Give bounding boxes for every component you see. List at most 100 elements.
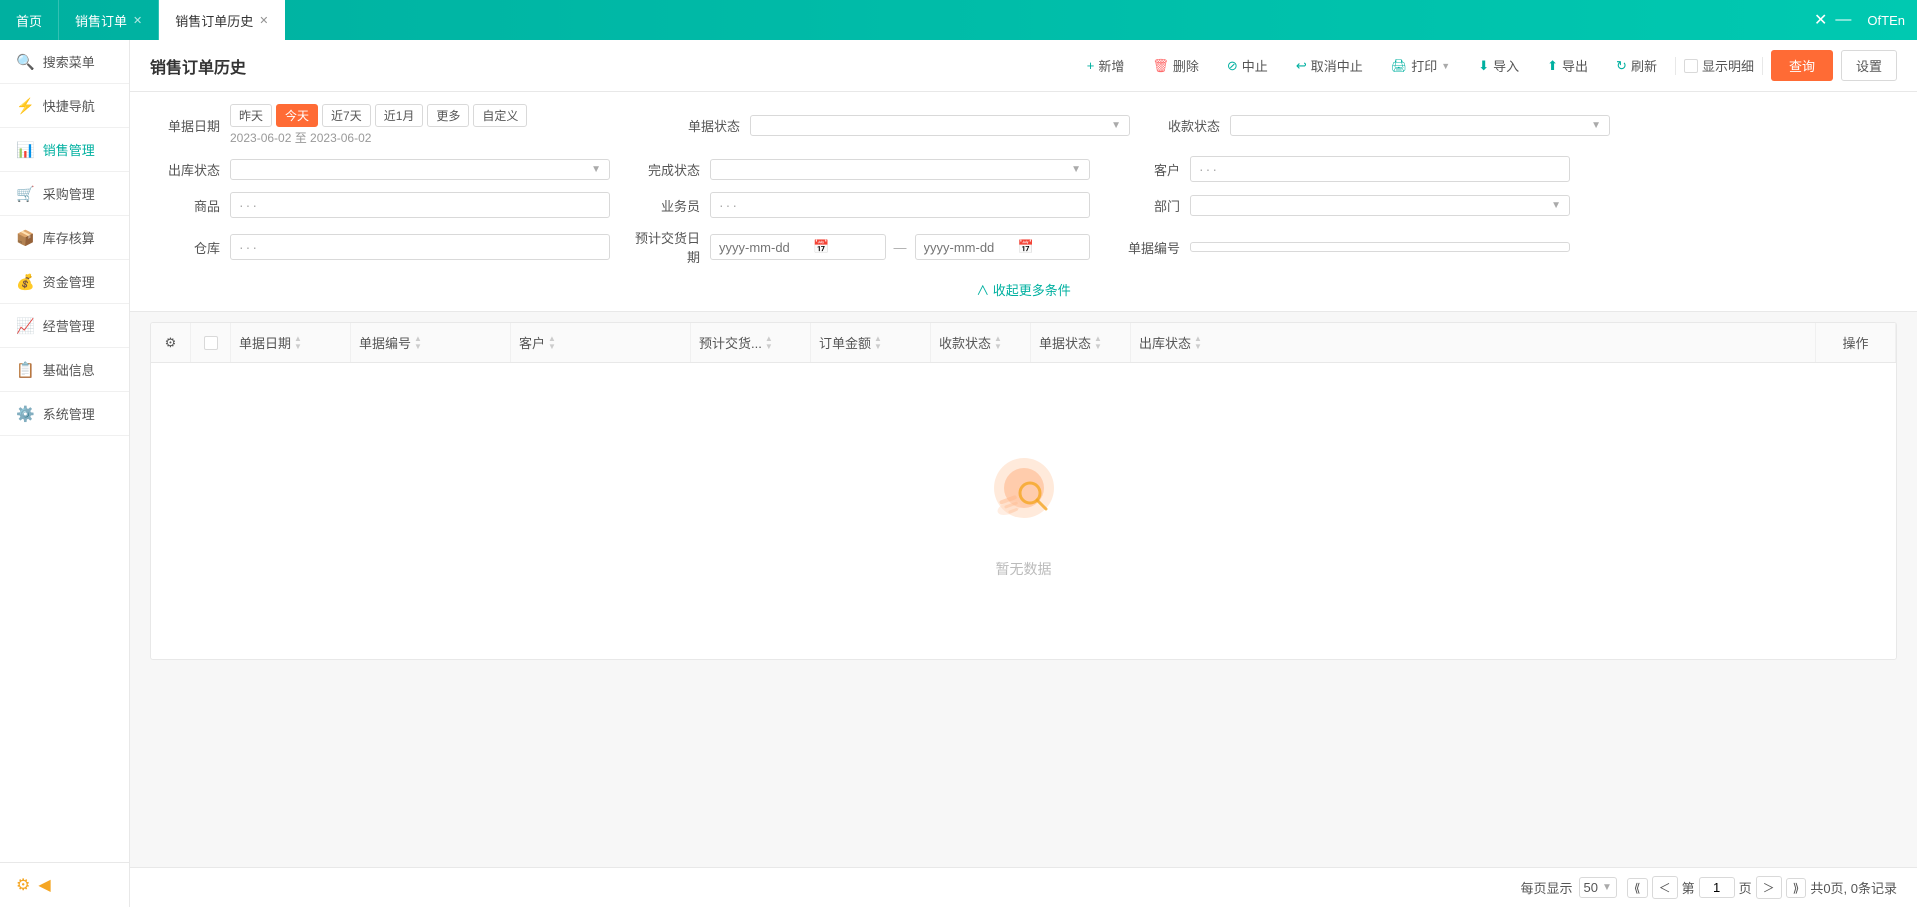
- th-no[interactable]: 单据编号 ▲ ▼: [351, 323, 511, 362]
- th-customer[interactable]: 客户 ▲ ▼: [511, 323, 691, 362]
- sidebar-item-basic-info[interactable]: 📋 基础信息: [0, 348, 129, 392]
- page-label: 第: [1682, 878, 1695, 897]
- sidebar-item-system[interactable]: ⚙️ 系统管理: [0, 392, 129, 436]
- page-prev-btn[interactable]: ＜: [1652, 876, 1678, 899]
- sidebar-item-purchase[interactable]: 🛒 采购管理: [0, 172, 129, 216]
- sidebar-item-operations[interactable]: 📈 经营管理: [0, 304, 129, 348]
- customer-select[interactable]: ···: [1190, 156, 1570, 182]
- sidebar-item-inventory[interactable]: 📦 库存核算: [0, 216, 129, 260]
- collapse-row[interactable]: ∧ 收起更多条件: [150, 276, 1897, 299]
- display-toggle-checkbox[interactable]: [1684, 59, 1698, 73]
- stock-out-control: ▼: [230, 159, 610, 180]
- settings-button[interactable]: 设置: [1841, 50, 1897, 81]
- goods-select[interactable]: ···: [230, 192, 610, 218]
- delivery-date-from-field[interactable]: [719, 240, 809, 255]
- th-stock-status[interactable]: 出库状态 ▲ ▼: [1131, 323, 1816, 362]
- order-status-select[interactable]: ▼: [750, 115, 1130, 136]
- header-checkbox[interactable]: [204, 336, 218, 350]
- stock-out-select[interactable]: ▼: [230, 159, 610, 180]
- page-last-btn[interactable]: ⟫: [1786, 878, 1807, 898]
- th-order-status[interactable]: 单据状态 ▲ ▼: [1031, 323, 1131, 362]
- warehouse-select[interactable]: ···: [230, 234, 610, 260]
- window-close-btn[interactable]: ✕: [1814, 10, 1827, 30]
- salesperson-select[interactable]: ···: [710, 192, 1090, 218]
- refresh-button[interactable]: ↻ 刷新: [1606, 51, 1667, 80]
- brand-text: OfTEn: [1867, 13, 1905, 28]
- date-range-btns: 昨天 今天 近7天 近1月 更多 自定义: [230, 104, 650, 127]
- tab-home[interactable]: 首页: [0, 0, 59, 40]
- add-button[interactable]: + 新增: [1077, 51, 1135, 80]
- page-header: 销售订单历史 + 新增 🗑 删除 ⊘ 中止 ↩ 取消中止: [130, 40, 1917, 92]
- date-btn-7days[interactable]: 近7天: [322, 104, 371, 127]
- filter-area: 单据日期 昨天 今天 近7天 近1月 更多 自定义 2023-06-02 至 2…: [130, 92, 1917, 312]
- cancel-stop-label: 取消中止: [1311, 56, 1363, 75]
- date-btn-yesterday[interactable]: 昨天: [230, 104, 272, 127]
- page-size-control: 每页显示 50 ▼: [1520, 877, 1616, 898]
- th-delivery[interactable]: 预计交货... ▲ ▼: [691, 323, 811, 362]
- sidebar-settings-icon[interactable]: ⚙: [16, 875, 30, 895]
- sidebar-item-quick-nav-label: 快捷导航: [43, 96, 95, 115]
- toolbar-divider2: [1762, 57, 1763, 75]
- display-toggle[interactable]: 显示明细: [1684, 56, 1754, 75]
- th-checkbox[interactable]: [191, 323, 231, 362]
- sidebar-item-sales[interactable]: 📊 销售管理: [0, 128, 129, 172]
- tab-sales-order-history-close[interactable]: ✕: [259, 14, 268, 27]
- import-button[interactable]: ⬇ 导入: [1468, 51, 1529, 80]
- cancel-stop-icon: ↩: [1296, 58, 1307, 74]
- toolbar: + 新增 🗑 删除 ⊘ 中止 ↩ 取消中止 🖨 打印: [1077, 50, 1897, 81]
- print-icon: 🖨: [1391, 58, 1408, 74]
- date-btn-more[interactable]: 更多: [427, 104, 469, 127]
- page-first-btn[interactable]: ⟪: [1627, 878, 1648, 898]
- date-separator: —: [894, 240, 907, 255]
- date-btn-today[interactable]: 今天: [276, 104, 318, 127]
- complete-status-select[interactable]: ▼: [710, 159, 1090, 180]
- delivery-date-to-field[interactable]: [924, 240, 1014, 255]
- date-btn-custom[interactable]: 自定义: [473, 104, 527, 127]
- empty-state: 暂无数据: [151, 363, 1896, 659]
- th-amount[interactable]: 订单金额 ▲ ▼: [811, 323, 931, 362]
- calendar-to-icon: 📅: [1018, 239, 1034, 255]
- delivery-date-from-input[interactable]: 📅: [710, 234, 886, 260]
- delivery-date-to-input[interactable]: 📅: [915, 234, 1091, 260]
- th-no-label: 单据编号: [359, 333, 411, 352]
- customer-dots[interactable]: ···: [1199, 161, 1219, 177]
- search-menu-icon: 🔍: [16, 53, 35, 71]
- date-btn-1month[interactable]: 近1月: [375, 104, 424, 127]
- print-button[interactable]: 🖨 打印 ▼: [1381, 51, 1460, 80]
- order-no-control: [1190, 242, 1570, 252]
- stop-button[interactable]: ⊘ 中止: [1217, 51, 1278, 80]
- sidebar-collapse-icon[interactable]: ◀: [38, 875, 50, 895]
- warehouse-dots[interactable]: ···: [239, 239, 259, 255]
- toolbar-divider: [1675, 57, 1676, 75]
- goods-label: 商品: [150, 196, 230, 215]
- page-size-arrow: ▼: [1602, 882, 1612, 893]
- tab-sales-order[interactable]: 销售订单 ✕: [59, 0, 159, 40]
- th-date[interactable]: 单据日期 ▲ ▼: [231, 323, 351, 362]
- customer-control: ···: [1190, 156, 1570, 182]
- page-input[interactable]: [1699, 877, 1735, 898]
- cancel-stop-button[interactable]: ↩ 取消中止: [1286, 51, 1373, 80]
- tab-sales-order-close[interactable]: ✕: [133, 14, 142, 27]
- main-layout: 🔍 搜索菜单 ⚡ 快捷导航 📊 销售管理 🛒 采购管理 📦 库存核算 💰 资金管…: [0, 40, 1917, 907]
- sidebar: 🔍 搜索菜单 ⚡ 快捷导航 📊 销售管理 🛒 采购管理 📦 库存核算 💰 资金管…: [0, 40, 130, 907]
- sidebar-item-capital[interactable]: 💰 资金管理: [0, 260, 129, 304]
- page-next-btn[interactable]: ＞: [1756, 876, 1782, 899]
- export-button[interactable]: ⬆ 导出: [1537, 51, 1598, 80]
- salesperson-dots[interactable]: ···: [719, 197, 739, 213]
- window-minimize-btn[interactable]: —: [1835, 11, 1851, 29]
- no-sort-down: ▼: [414, 343, 422, 351]
- purchase-icon: 🛒: [16, 185, 35, 203]
- query-button[interactable]: 查询: [1771, 50, 1833, 81]
- payment-status-select[interactable]: ▼: [1230, 115, 1610, 136]
- th-payment-status[interactable]: 收款状态 ▲ ▼: [931, 323, 1031, 362]
- dept-select[interactable]: ▼: [1190, 195, 1570, 216]
- th-gear[interactable]: ⚙: [151, 323, 191, 362]
- delete-button[interactable]: 🗑 删除: [1142, 51, 1209, 80]
- goods-dots[interactable]: ···: [239, 197, 259, 213]
- page-size-select[interactable]: 50 ▼: [1579, 877, 1617, 898]
- filter-row-warehouse: 仓库 ··· 预计交货日期 📅 — 📅: [150, 228, 1897, 266]
- tab-sales-order-history[interactable]: 销售订单历史 ✕: [159, 0, 285, 40]
- sidebar-item-search-menu[interactable]: 🔍 搜索菜单: [0, 40, 129, 84]
- order-no-input[interactable]: [1190, 242, 1570, 252]
- sidebar-item-quick-nav[interactable]: ⚡ 快捷导航: [0, 84, 129, 128]
